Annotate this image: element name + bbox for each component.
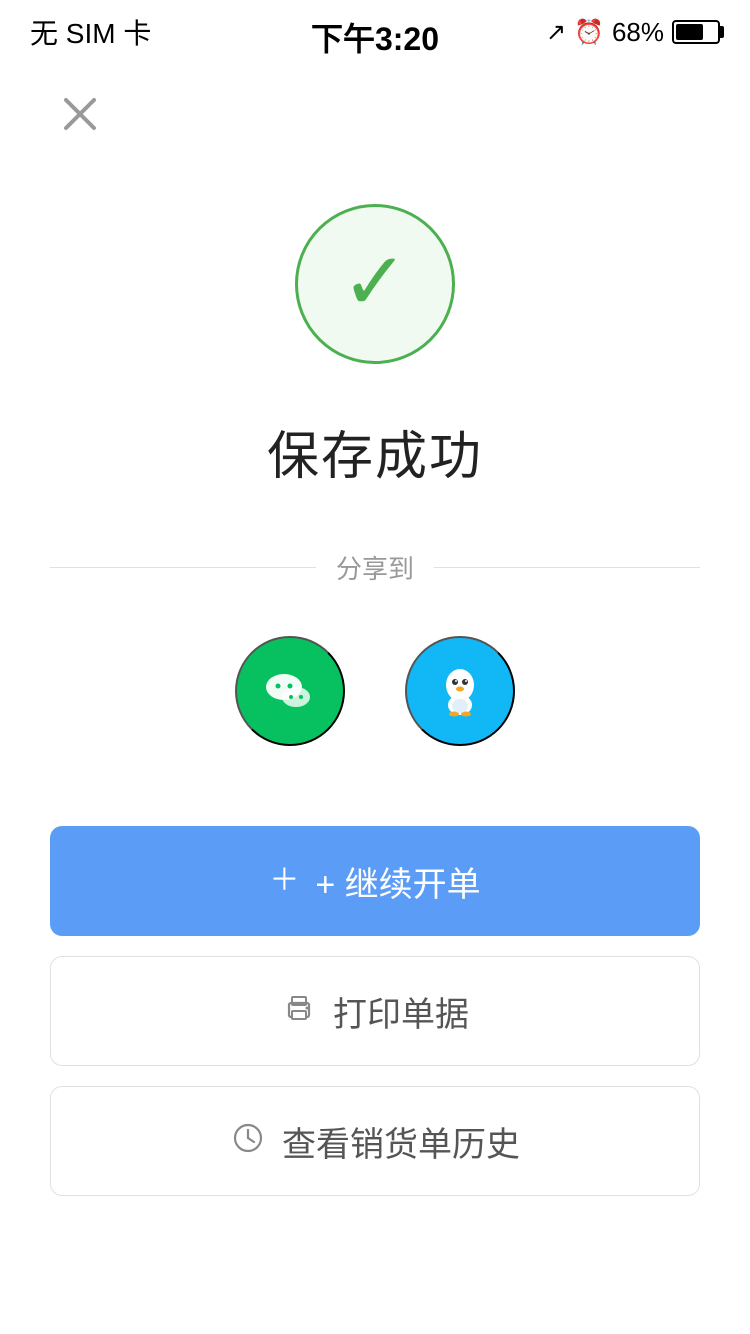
print-button[interactable]: 打印单据 xyxy=(50,956,700,1066)
continue-label: + 继续开单 xyxy=(315,857,480,906)
action-buttons: ＋ + 继续开单 打印单据 查看销货单历史 xyxy=(50,826,700,1196)
clock-icon xyxy=(230,1120,266,1162)
share-divider: 分享到 xyxy=(50,549,700,586)
qq-share-button[interactable] xyxy=(405,636,515,746)
status-left: 无 SIM 卡 xyxy=(30,12,161,52)
continue-button[interactable]: ＋ + 继续开单 xyxy=(50,826,700,936)
plus-icon: ＋ xyxy=(269,866,299,896)
history-button[interactable]: 查看销货单历史 xyxy=(50,1086,700,1196)
close-button[interactable] xyxy=(50,84,110,144)
battery-icon xyxy=(672,20,720,44)
alarm-icon: ⏰ xyxy=(574,18,604,47)
success-circle: ✓ xyxy=(295,204,455,364)
divider-left xyxy=(50,567,316,568)
carrier-text: 无 SIM 卡 xyxy=(30,12,151,52)
battery-fill xyxy=(676,24,703,40)
print-label: 打印单据 xyxy=(333,987,469,1036)
share-icons xyxy=(235,636,515,746)
checkmark-icon: ✓ xyxy=(341,242,408,322)
battery-percent: 68% xyxy=(612,17,664,48)
wechat-share-button[interactable] xyxy=(235,636,345,746)
status-bar: 无 SIM 卡 下午3:20 ↗ ⏰ 68% xyxy=(0,0,750,64)
history-label: 查看销货单历史 xyxy=(282,1117,520,1166)
divider-right xyxy=(434,567,700,568)
printer-icon xyxy=(281,990,317,1032)
main-content: ✓ 保存成功 分享到 xyxy=(0,64,750,1196)
share-label: 分享到 xyxy=(336,549,414,586)
status-right: ↗ ⏰ 68% xyxy=(546,17,720,48)
status-time: 下午3:20 xyxy=(311,14,439,60)
success-title: 保存成功 xyxy=(267,414,483,489)
location-icon: ↗ xyxy=(546,18,566,47)
